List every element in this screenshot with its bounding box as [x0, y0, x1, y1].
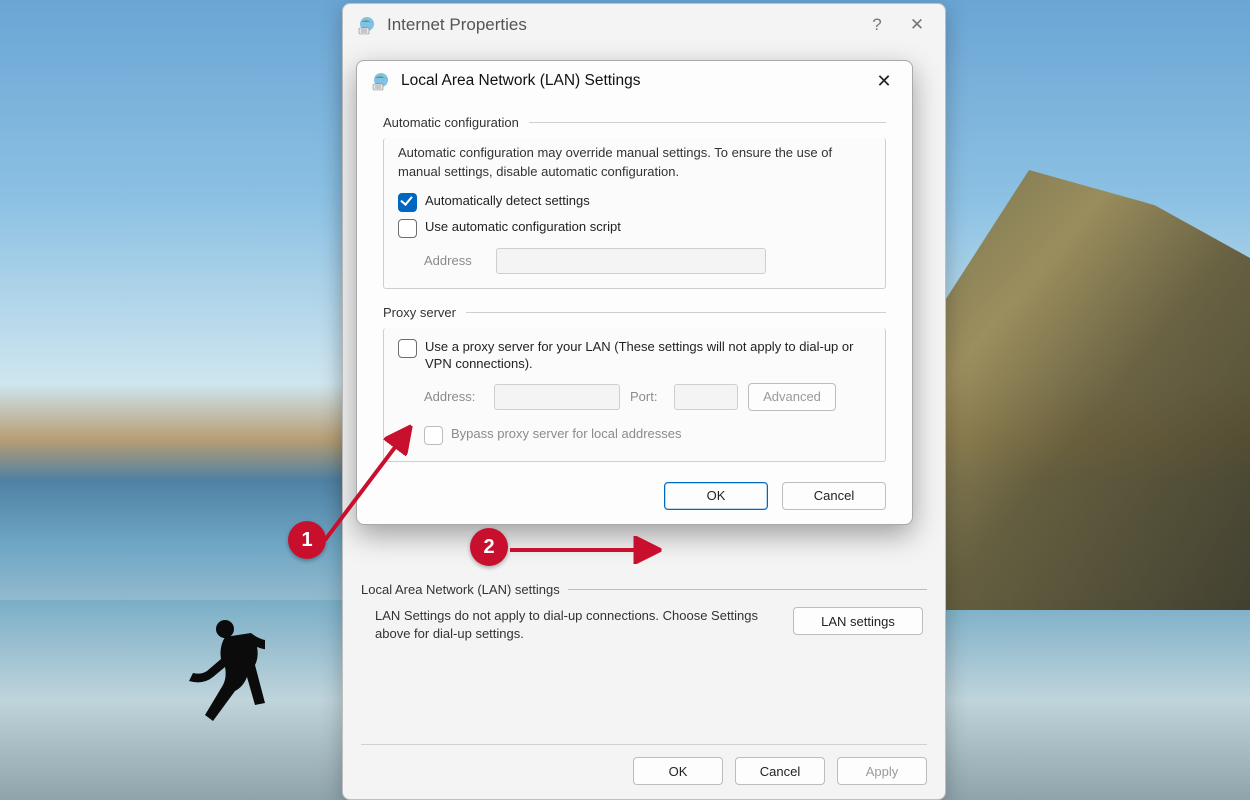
proxy-heading-row: Proxy server [383, 305, 886, 320]
lan-settings-button[interactable]: LAN settings [793, 607, 923, 635]
internet-options-icon [371, 71, 391, 91]
use-proxy-label: Use a proxy server for your LAN (These s… [425, 338, 871, 373]
close-child-button[interactable]: ✕ [864, 65, 904, 97]
auto-detect-label: Automatically detect settings [425, 192, 590, 210]
auto-config-desc: Automatic configuration may override man… [398, 144, 871, 182]
auto-address-label: Address [424, 253, 484, 268]
lan-section-desc: LAN Settings do not apply to dial-up con… [375, 607, 775, 643]
bypass-label: Bypass proxy server for local addresses [451, 425, 681, 443]
internet-options-icon [357, 15, 377, 35]
child-cancel-button[interactable]: Cancel [782, 482, 886, 510]
use-proxy-checkbox[interactable] [398, 339, 417, 358]
auto-config-heading-row: Automatic configuration [383, 115, 886, 130]
parent-cancel-button[interactable]: Cancel [735, 757, 825, 785]
child-title: Local Area Network (LAN) Settings [401, 72, 641, 90]
proxy-group: Use a proxy server for your LAN (These s… [383, 328, 886, 462]
parent-ok-button[interactable]: OK [633, 757, 723, 785]
bypass-row[interactable]: Bypass proxy server for local addresses [424, 425, 871, 445]
lan-section-header: Local Area Network (LAN) settings [361, 582, 927, 597]
annotation-arrow-1 [320, 420, 430, 550]
auto-script-checkbox[interactable] [398, 219, 417, 238]
auto-detect-row[interactable]: Automatically detect settings [398, 192, 871, 212]
parent-footer: OK Cancel Apply [633, 757, 927, 785]
child-titlebar[interactable]: Local Area Network (LAN) Settings ✕ [357, 61, 912, 101]
parent-apply-button[interactable]: Apply [837, 757, 927, 785]
annotation-callout-2: 2 [470, 528, 508, 566]
use-proxy-row[interactable]: Use a proxy server for your LAN (These s… [398, 338, 871, 373]
parent-footer-divider [361, 744, 927, 745]
auto-script-row[interactable]: Use automatic configuration script [398, 218, 871, 238]
desktop-wallpaper: Internet Properties ? ✕ Local Area Netwo… [0, 0, 1250, 800]
wallpaper-runner [175, 615, 265, 745]
wallpaper-mountain [910, 170, 1250, 610]
proxy-port-input[interactable] [674, 384, 738, 410]
proxy-address-label: Address: [424, 389, 484, 404]
auto-script-label: Use automatic configuration script [425, 218, 621, 236]
auto-config-group: Automatic configuration may override man… [383, 138, 886, 289]
parent-titlebar[interactable]: Internet Properties ? ✕ [343, 4, 945, 46]
parent-title: Internet Properties [387, 15, 527, 35]
auto-detect-checkbox[interactable] [398, 193, 417, 212]
annotation-arrow-2 [508, 540, 668, 560]
lan-section-title: Local Area Network (LAN) settings [361, 582, 560, 597]
lan-settings-dialog: Local Area Network (LAN) Settings ✕ Auto… [356, 60, 913, 525]
proxy-port-label: Port: [630, 389, 664, 404]
proxy-advanced-button[interactable]: Advanced [748, 383, 836, 411]
auto-config-heading: Automatic configuration [383, 115, 519, 130]
help-button[interactable]: ? [857, 9, 897, 41]
child-footer: OK Cancel [357, 478, 912, 510]
proxy-heading: Proxy server [383, 305, 456, 320]
child-ok-button[interactable]: OK [664, 482, 768, 510]
proxy-address-input[interactable] [494, 384, 620, 410]
auto-address-input[interactable] [496, 248, 766, 274]
close-parent-button[interactable]: ✕ [897, 9, 937, 41]
